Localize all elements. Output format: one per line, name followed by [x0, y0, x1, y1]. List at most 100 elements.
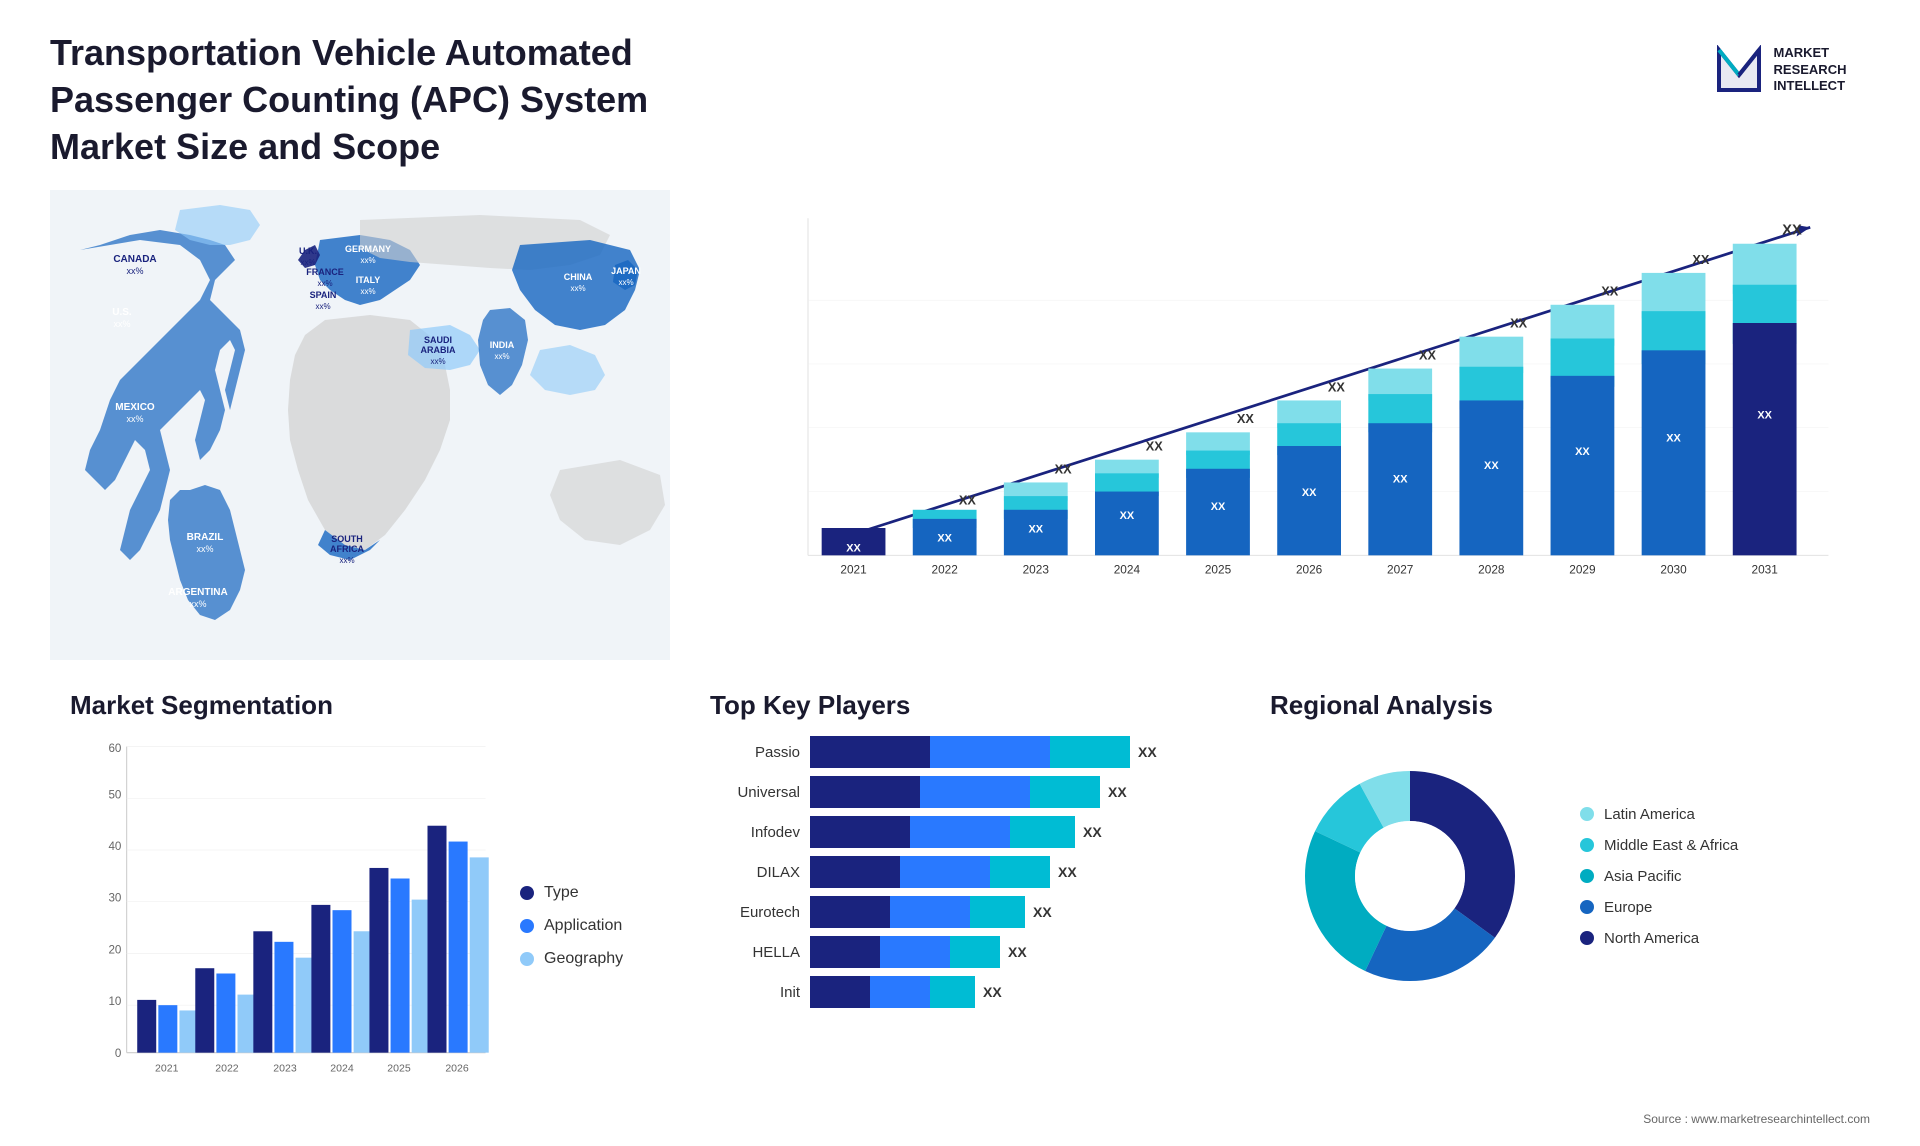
svg-text:20: 20: [108, 944, 121, 957]
legend-dot-type: [520, 886, 534, 900]
logo-icon: [1714, 45, 1764, 95]
legend-label-mea: Middle East & Africa: [1604, 837, 1738, 854]
svg-text:2025: 2025: [387, 1063, 411, 1075]
player-row-hella: HELLA XX: [710, 936, 1210, 968]
player-xx-dilax: XX: [1058, 864, 1077, 880]
legend-dot-geography: [520, 952, 534, 966]
svg-text:XX: XX: [1782, 223, 1802, 239]
svg-text:XX: XX: [1484, 460, 1499, 472]
svg-text:BRAZIL: BRAZIL: [187, 532, 224, 543]
player-row-eurotech: Eurotech XX: [710, 896, 1210, 928]
svg-text:0: 0: [115, 1047, 121, 1060]
regional-section: Regional Analysis: [1250, 680, 1870, 1110]
legend-label-europe: Europe: [1604, 899, 1652, 916]
svg-text:SPAIN: SPAIN: [310, 290, 337, 300]
svg-text:XX: XX: [1393, 474, 1408, 486]
player-bar-init: XX: [810, 976, 1210, 1008]
svg-text:ITALY: ITALY: [356, 275, 381, 285]
svg-text:SAUDI: SAUDI: [424, 335, 452, 345]
legend-label-type: Type: [544, 884, 579, 902]
svg-text:2027: 2027: [1387, 563, 1413, 577]
players-section: Top Key Players Passio XX Universal: [690, 680, 1230, 1110]
svg-text:FRANCE: FRANCE: [306, 267, 344, 277]
player-row-init: Init XX: [710, 976, 1210, 1008]
logo-box: MARKET RESEARCH INTELLECT: [1690, 30, 1870, 110]
player-name-dilax: DILAX: [710, 864, 800, 881]
svg-text:xx%: xx%: [360, 287, 375, 296]
svg-text:30: 30: [108, 892, 121, 905]
svg-text:xx%: xx%: [430, 357, 445, 366]
player-xx-init: XX: [983, 984, 1002, 1000]
svg-text:xx%: xx%: [618, 278, 633, 287]
players-title: Top Key Players: [710, 690, 1210, 721]
svg-text:XX: XX: [1146, 439, 1164, 454]
seg-chart-container: 0 10 20 30 40 50 60: [70, 736, 500, 1116]
svg-text:SOUTH: SOUTH: [331, 534, 363, 544]
player-row-universal: Universal XX: [710, 776, 1210, 808]
legend-item-europe: Europe: [1580, 899, 1738, 916]
player-row-passio: Passio XX: [710, 736, 1210, 768]
svg-text:2021: 2021: [155, 1063, 179, 1075]
player-name-eurotech: Eurotech: [710, 904, 800, 921]
regional-title: Regional Analysis: [1270, 690, 1850, 721]
svg-text:60: 60: [108, 742, 121, 755]
svg-text:xx%: xx%: [126, 414, 143, 424]
legend-label-asia-pacific: Asia Pacific: [1604, 868, 1682, 885]
page-container: Transportation Vehicle Automated Passeng…: [0, 0, 1920, 1146]
legend-item-type: Type: [520, 884, 650, 902]
svg-text:2023: 2023: [273, 1063, 297, 1075]
svg-text:50: 50: [108, 789, 121, 802]
legend-dot-asia-pacific: [1580, 869, 1594, 883]
player-xx-hella: XX: [1008, 944, 1027, 960]
legend-item-asia-pacific: Asia Pacific: [1580, 868, 1738, 885]
svg-text:XX: XX: [1055, 462, 1073, 477]
svg-text:40: 40: [108, 840, 121, 853]
legend-label-north-america: North America: [1604, 930, 1699, 947]
bar-chart-svg: XX 2021 XX 2022 XX XX 2023 XX XX: [750, 200, 1850, 610]
donut-container: [1270, 736, 1550, 1016]
svg-text:2026: 2026: [1296, 563, 1323, 577]
svg-text:XX: XX: [1692, 252, 1710, 267]
segmentation-title: Market Segmentation: [70, 690, 650, 721]
svg-text:2029: 2029: [1569, 563, 1596, 577]
legend-item-latin-america: Latin America: [1580, 806, 1738, 823]
svg-text:ARABIA: ARABIA: [421, 345, 456, 355]
legend-label-geography: Geography: [544, 950, 623, 968]
svg-text:xx%: xx%: [126, 266, 143, 276]
legend-item-north-america: North America: [1580, 930, 1738, 947]
svg-text:xx%: xx%: [113, 319, 130, 329]
svg-text:GERMANY: GERMANY: [345, 244, 391, 254]
svg-text:AFRICA: AFRICA: [330, 544, 364, 554]
svg-text:INDIA: INDIA: [490, 340, 515, 350]
svg-text:XX: XX: [1028, 524, 1043, 536]
player-bar-universal: XX: [810, 776, 1210, 808]
svg-text:XX: XX: [1328, 380, 1346, 395]
svg-text:10: 10: [108, 996, 121, 1009]
svg-text:XX: XX: [1120, 510, 1135, 522]
svg-text:XX: XX: [846, 543, 861, 555]
legend-dot-mea: [1580, 838, 1594, 852]
legend-dot-north-america: [1580, 931, 1594, 945]
bar-chart-section: XX 2021 XX 2022 XX XX 2023 XX XX: [690, 190, 1870, 660]
svg-text:XX: XX: [1601, 284, 1619, 299]
svg-text:U.S.: U.S.: [112, 307, 132, 318]
players-list: Passio XX Universal: [710, 736, 1210, 1008]
player-row-infodev: Infodev XX: [710, 816, 1210, 848]
player-name-universal: Universal: [710, 784, 800, 801]
legend-item-mea: Middle East & Africa: [1580, 837, 1738, 854]
svg-text:2025: 2025: [1205, 563, 1232, 577]
svg-text:xx%: xx%: [315, 302, 330, 311]
svg-text:xx%: xx%: [196, 544, 213, 554]
svg-text:XX: XX: [1419, 348, 1437, 363]
svg-text:2021: 2021: [840, 563, 866, 577]
svg-text:xx%: xx%: [317, 279, 332, 288]
logo-area: MARKET RESEARCH INTELLECT: [1690, 30, 1870, 110]
svg-text:xx%: xx%: [570, 284, 585, 293]
source-text: Source : www.marketresearchintellect.com: [1643, 1112, 1870, 1126]
svg-text:xx%: xx%: [360, 256, 375, 265]
segmentation-chart-area: 0 10 20 30 40 50 60: [70, 736, 650, 1116]
svg-text:xx%: xx%: [339, 556, 354, 565]
seg-legend: Type Application Geography: [520, 884, 650, 968]
segmentation-svg: 0 10 20 30 40 50 60: [70, 736, 500, 1116]
svg-text:XX: XX: [1237, 412, 1255, 427]
